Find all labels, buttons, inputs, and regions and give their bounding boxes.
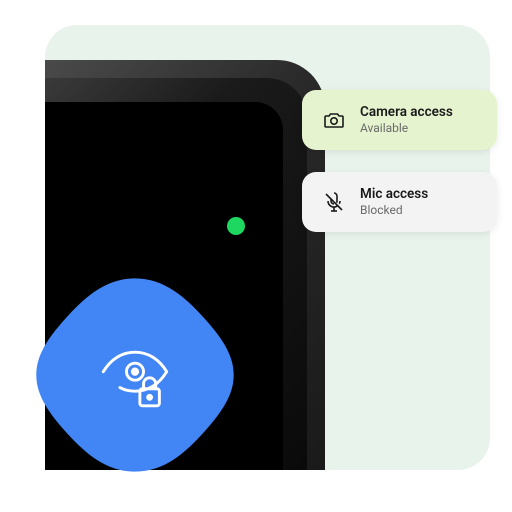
mic-toast-text: Mic access Blocked — [360, 186, 428, 218]
eye-lock-icon — [96, 338, 174, 416]
mic-toast-title: Mic access — [360, 186, 428, 202]
camera-toast-status: Available — [360, 121, 453, 135]
privacy-blob — [30, 270, 240, 480]
mic-toast-status: Blocked — [360, 203, 428, 217]
camera-toast-text: Camera access Available — [360, 104, 453, 136]
mic-access-toast[interactable]: Mic access Blocked — [302, 172, 497, 232]
camera-icon — [322, 108, 346, 132]
camera-access-toast[interactable]: Camera access Available — [302, 90, 497, 150]
camera-toast-title: Camera access — [360, 104, 453, 120]
mic-off-icon — [322, 190, 346, 214]
privacy-indicator-dot — [227, 217, 245, 235]
